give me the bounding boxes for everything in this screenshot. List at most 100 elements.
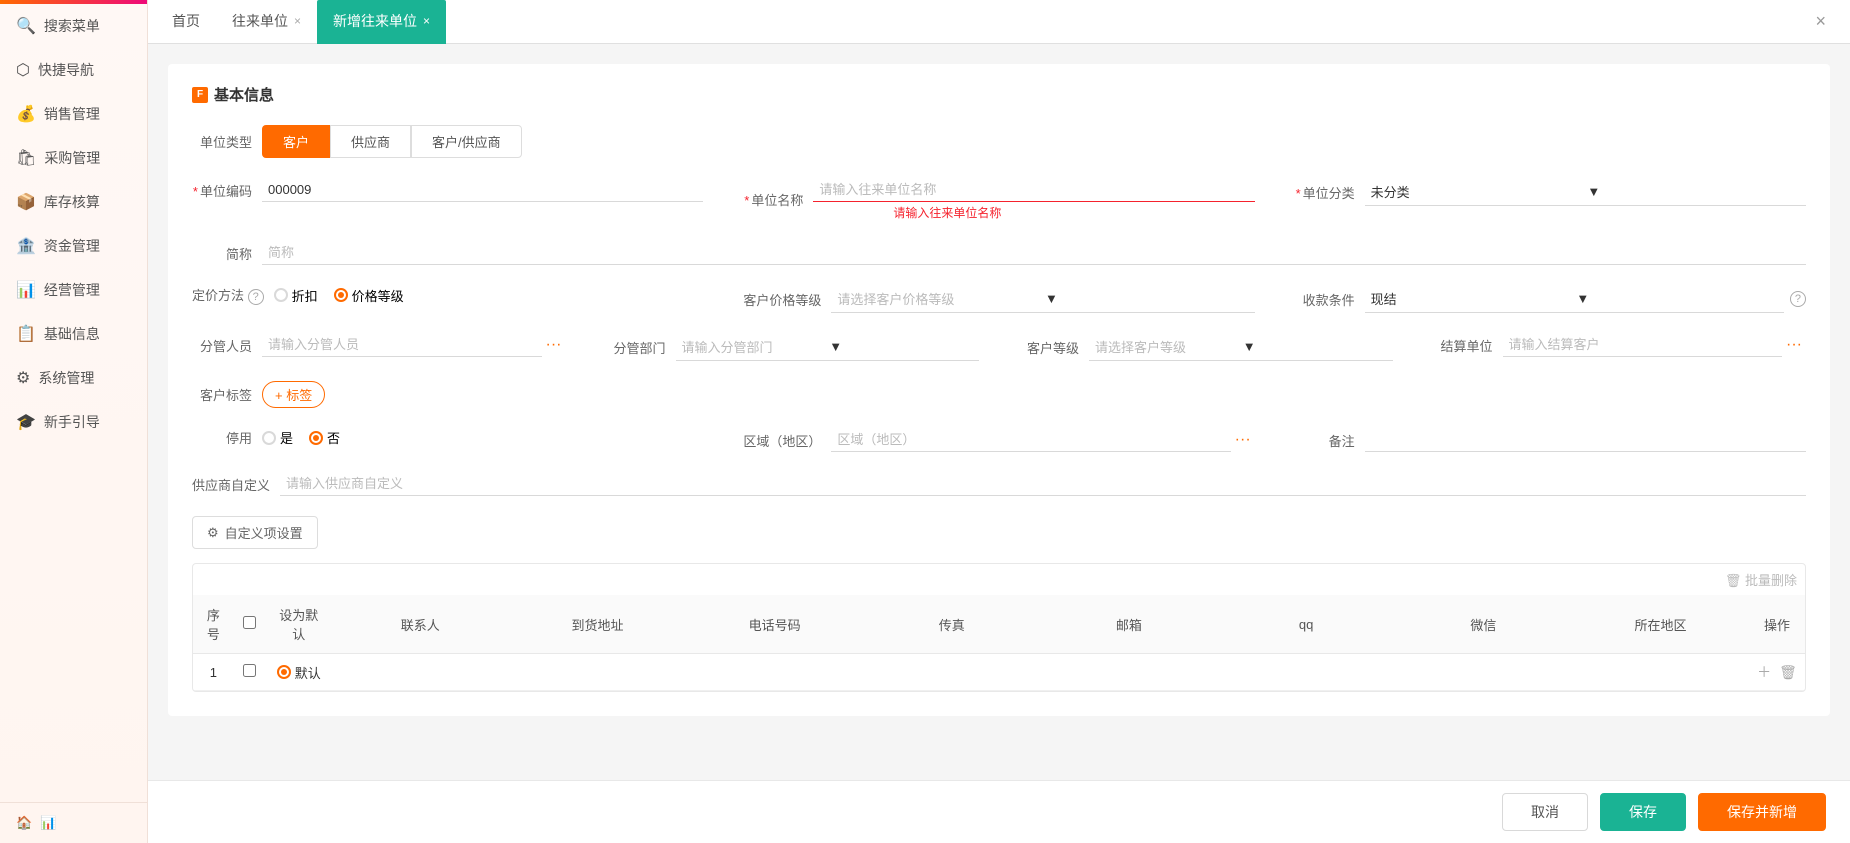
address-input[interactable] [517, 665, 678, 680]
add-row-icon[interactable]: ＋ [1757, 662, 1771, 682]
unit-type-both-btn[interactable]: 客户/供应商 [411, 125, 522, 158]
save-new-button[interactable]: 保存并新增 [1698, 793, 1826, 831]
manager-input[interactable] [262, 333, 542, 357]
sidebar-item-inventory[interactable]: 📦 库存核算 [0, 180, 147, 224]
contact-input[interactable] [340, 665, 501, 680]
sidebar-item-finance[interactable]: 🏦 资金管理 [0, 224, 147, 268]
payment-terms-help-icon[interactable]: ? [1790, 291, 1806, 307]
pricing-discount-radio-outer [274, 288, 288, 302]
settlement-unit-input[interactable] [1503, 333, 1783, 357]
sales-icon: 💰 [16, 104, 36, 124]
save-button[interactable]: 保存 [1600, 793, 1686, 831]
operations-icon: 📊 [16, 280, 36, 300]
unit-category-field: 单位分类 未分类 ▼ [1295, 178, 1806, 206]
manager-dots-btn[interactable]: ··· [542, 336, 566, 354]
disable-radio-group: 是 否 [262, 428, 340, 447]
action-cell: ＋ 🗑 [1757, 662, 1797, 682]
batch-delete-btn[interactable]: 🗑 批量删除 [193, 564, 1805, 595]
manager-field: 分管人员 ··· [192, 333, 566, 357]
sidebar-item-operations[interactable]: 📊 经营管理 [0, 268, 147, 312]
row-region[interactable] [1572, 654, 1749, 691]
window-close-button[interactable]: × [1799, 3, 1842, 40]
custom-settings-button[interactable]: ⚙ 自定义项设置 [192, 516, 318, 549]
sidebar-label-quick-nav: 快捷导航 [38, 60, 94, 80]
pricing-price-level-radio[interactable]: 价格等级 [334, 286, 404, 305]
unit-code-input[interactable] [262, 178, 703, 202]
unit-type-customer-btn[interactable]: 客户 [262, 125, 330, 158]
disable-no-radio[interactable]: 否 [309, 428, 340, 447]
delete-row-icon[interactable]: 🗑 [1779, 664, 1797, 681]
unit-category-select[interactable]: 未分类 ▼ [1365, 178, 1806, 206]
payment-terms-select[interactable]: 现结 ▼ [1365, 285, 1784, 313]
sidebar-bottom: 🏠 📊 [0, 802, 147, 843]
row-checkbox-cell [234, 654, 266, 691]
tab-transactions[interactable]: 往来单位 × [216, 0, 317, 44]
customer-tag-row: 客户标签 + 标签 [192, 381, 1806, 408]
phone-input[interactable] [694, 665, 855, 680]
wechat-input[interactable] [1403, 665, 1564, 680]
sidebar-item-purchase[interactable]: 🛍 采购管理 [0, 136, 147, 180]
remarks-input[interactable] [1365, 428, 1806, 452]
pricing-help-icon[interactable]: ? [248, 289, 264, 305]
row-address[interactable] [509, 654, 686, 691]
disable-yes-radio[interactable]: 是 [262, 428, 293, 447]
cancel-button[interactable]: 取消 [1502, 793, 1588, 831]
row-contact[interactable] [332, 654, 509, 691]
tab-transactions-close[interactable]: × [294, 14, 301, 28]
sidebar-item-system[interactable]: ⚙ 系统管理 [0, 356, 147, 400]
qq-input[interactable] [1226, 665, 1387, 680]
row-phone[interactable] [686, 654, 863, 691]
contact-table: 序号 设为默认 联系人 到货地址 电话号码 传真 邮箱 qq 微信 所在地区 操… [193, 595, 1805, 691]
sidebar-item-guide[interactable]: 🎓 新手引导 [0, 400, 147, 444]
tab-home[interactable]: 首页 [156, 0, 216, 44]
row-default-radio[interactable]: 默认 [274, 663, 324, 682]
unit-type-supplier-btn[interactable]: 供应商 [330, 125, 411, 158]
unit-type-field: 单位类型 客户 供应商 客户/供应商 [192, 125, 1806, 158]
unit-name-field: 单位名称 请输入往来单位名称 [743, 178, 1254, 221]
pricing-discount-radio[interactable]: 折扣 [274, 286, 318, 305]
customer-level-field: 客户等级 请选择客户等级 ▼ [1019, 333, 1393, 361]
department-select[interactable]: 请输入分管部门 ▼ [676, 333, 980, 361]
disable-no-label: 否 [327, 428, 340, 447]
sidebar-item-quick-nav[interactable]: ⬡ 快捷导航 [0, 48, 147, 92]
email-input[interactable] [1048, 665, 1209, 680]
region-input[interactable] [831, 428, 1230, 452]
row-region-input[interactable] [1580, 665, 1741, 680]
sidebar-label-guide: 新手引导 [44, 412, 100, 432]
settlement-unit-dots-btn[interactable]: ··· [1782, 336, 1806, 354]
unit-code-row: 单位编码 单位名称 请输入往来单位名称 单位分类 未分类 [192, 178, 1806, 221]
inventory-icon: 📦 [16, 192, 36, 212]
row-qq[interactable] [1218, 654, 1395, 691]
pricing-row: 定价方法 ? 折扣 价格等级 [192, 285, 1806, 313]
supplier-custom-input[interactable] [280, 472, 1806, 496]
add-tag-button[interactable]: + 标签 [262, 381, 325, 408]
sidebar-item-sales[interactable]: 💰 销售管理 [0, 92, 147, 136]
col-address: 到货地址 [509, 595, 686, 654]
customer-tag-label: 客户标签 [192, 385, 262, 404]
tab-new-transaction[interactable]: 新增往来单位 × [317, 0, 446, 44]
row-wechat[interactable] [1395, 654, 1572, 691]
customer-level-placeholder: 请选择客户等级 [1095, 337, 1239, 356]
sidebar-item-basic-info[interactable]: 📋 基础信息 [0, 312, 147, 356]
row-checkbox[interactable] [243, 664, 256, 677]
unit-category-label: 单位分类 [1295, 183, 1365, 202]
row-fax[interactable] [863, 654, 1040, 691]
pricing-price-level-label: 价格等级 [352, 286, 404, 305]
row-email[interactable] [1040, 654, 1217, 691]
batch-delete-label: 批量删除 [1745, 573, 1797, 588]
sidebar-item-search[interactable]: 🔍 搜索菜单 [0, 4, 147, 48]
pricing-price-level-radio-outer [334, 288, 348, 302]
select-all-checkbox[interactable] [243, 616, 256, 629]
sidebar-label-system: 系统管理 [38, 368, 94, 388]
customer-price-level-select[interactable]: 请选择客户价格等级 ▼ [831, 285, 1254, 313]
fax-input[interactable] [871, 665, 1032, 680]
section-title-icon: F [192, 87, 208, 103]
region-dots-btn[interactable]: ··· [1231, 431, 1255, 449]
sidebar-label-operations: 经营管理 [44, 280, 100, 300]
col-region: 所在地区 [1572, 595, 1749, 654]
customer-level-select[interactable]: 请选择客户等级 ▼ [1089, 333, 1393, 361]
col-default: 设为默认 [266, 595, 332, 654]
short-name-input[interactable] [262, 241, 1806, 265]
tab-new-transaction-close[interactable]: × [423, 14, 430, 28]
unit-name-input[interactable] [813, 178, 1254, 202]
